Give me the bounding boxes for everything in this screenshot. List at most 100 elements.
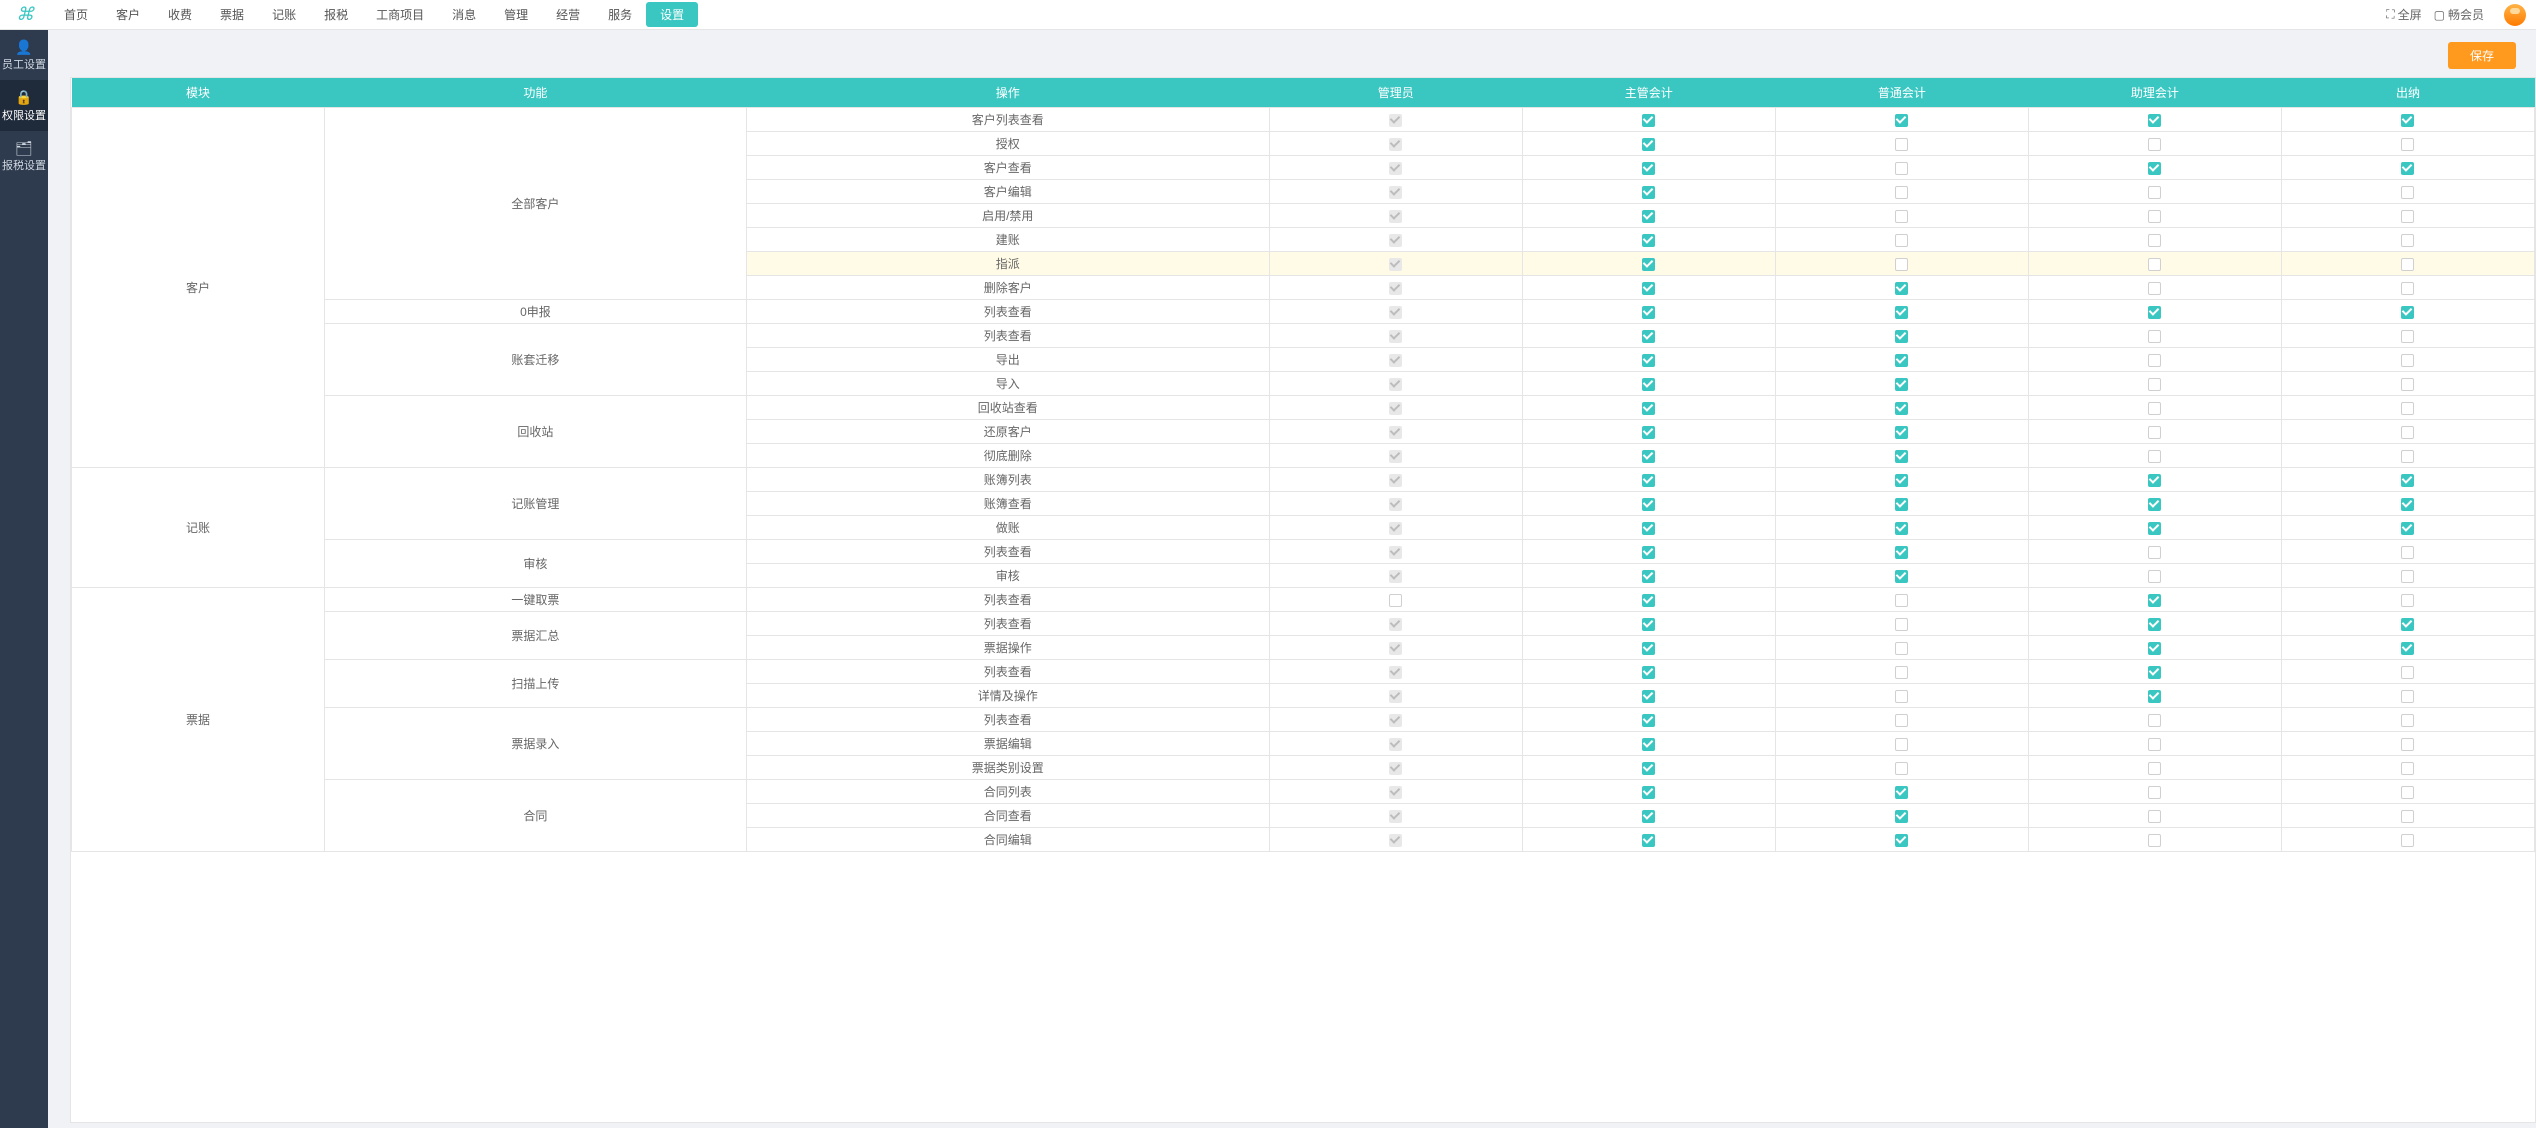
checkbox[interactable] [1895,354,1908,367]
checkbox[interactable] [1642,594,1655,607]
checkbox[interactable] [1642,618,1655,631]
checkbox[interactable] [2401,762,2414,775]
checkbox[interactable] [1895,378,1908,391]
checkbox[interactable] [1895,498,1908,511]
checkbox[interactable] [1895,114,1908,127]
checkbox[interactable] [2401,474,2414,487]
checkbox[interactable] [2148,666,2161,679]
checkbox[interactable] [1642,738,1655,751]
checkbox[interactable] [2401,786,2414,799]
checkbox[interactable] [1642,834,1655,847]
fullscreen-button[interactable]: ⛶ 全屏 [2386,6,2421,23]
checkbox[interactable] [1895,210,1908,223]
nav-item-8[interactable]: 管理 [490,2,542,27]
nav-item-4[interactable]: 记账 [258,2,310,27]
checkbox[interactable] [2401,282,2414,295]
checkbox[interactable] [1895,642,1908,655]
checkbox[interactable] [2401,522,2414,535]
checkbox[interactable] [1895,138,1908,151]
nav-item-6[interactable]: 工商项目 [362,2,438,27]
checkbox[interactable] [1642,402,1655,415]
checkbox[interactable] [1642,786,1655,799]
sidebar-item-2[interactable]: 🗂报税设置 [0,131,48,181]
checkbox[interactable] [2148,210,2161,223]
checkbox[interactable] [1642,522,1655,535]
checkbox[interactable] [2148,642,2161,655]
checkbox[interactable] [1895,690,1908,703]
checkbox[interactable] [2148,810,2161,823]
checkbox[interactable] [1895,234,1908,247]
checkbox[interactable] [2148,546,2161,559]
checkbox[interactable] [2148,162,2161,175]
checkbox[interactable] [1895,810,1908,823]
member-button[interactable]: ▢ 畅会员 [2434,6,2484,23]
checkbox[interactable] [2148,450,2161,463]
nav-item-5[interactable]: 报税 [310,2,362,27]
checkbox[interactable] [1642,258,1655,271]
checkbox[interactable] [2148,522,2161,535]
checkbox[interactable] [2401,354,2414,367]
checkbox[interactable] [1895,546,1908,559]
checkbox[interactable] [2401,738,2414,751]
nav-item-7[interactable]: 消息 [438,2,490,27]
nav-item-1[interactable]: 客户 [102,2,154,27]
checkbox[interactable] [2148,690,2161,703]
checkbox[interactable] [1642,162,1655,175]
checkbox[interactable] [2401,498,2414,511]
checkbox[interactable] [1895,282,1908,295]
checkbox[interactable] [1642,498,1655,511]
checkbox[interactable] [1895,786,1908,799]
checkbox[interactable] [1895,522,1908,535]
checkbox[interactable] [1642,642,1655,655]
checkbox[interactable] [2148,762,2161,775]
checkbox[interactable] [1642,210,1655,223]
checkbox[interactable] [2401,114,2414,127]
checkbox[interactable] [1642,354,1655,367]
checkbox[interactable] [2401,834,2414,847]
checkbox[interactable] [2148,426,2161,439]
checkbox[interactable] [2148,714,2161,727]
checkbox[interactable] [2148,354,2161,367]
checkbox[interactable] [1389,594,1402,607]
checkbox[interactable] [1895,402,1908,415]
checkbox[interactable] [1642,810,1655,823]
checkbox[interactable] [1642,426,1655,439]
checkbox[interactable] [1642,378,1655,391]
checkbox[interactable] [2401,378,2414,391]
checkbox[interactable] [1895,714,1908,727]
checkbox[interactable] [1895,738,1908,751]
checkbox[interactable] [2148,378,2161,391]
checkbox[interactable] [2148,474,2161,487]
checkbox[interactable] [2148,282,2161,295]
checkbox[interactable] [2148,306,2161,319]
checkbox[interactable] [2401,234,2414,247]
checkbox[interactable] [2401,570,2414,583]
checkbox[interactable] [2148,234,2161,247]
checkbox[interactable] [1642,762,1655,775]
nav-item-9[interactable]: 经营 [542,2,594,27]
checkbox[interactable] [2401,642,2414,655]
checkbox[interactable] [1642,330,1655,343]
checkbox[interactable] [1895,162,1908,175]
checkbox[interactable] [1895,474,1908,487]
checkbox[interactable] [2148,738,2161,751]
checkbox[interactable] [1895,330,1908,343]
checkbox[interactable] [2401,666,2414,679]
checkbox[interactable] [2401,618,2414,631]
checkbox[interactable] [1895,618,1908,631]
checkbox[interactable] [2401,690,2414,703]
checkbox[interactable] [2401,810,2414,823]
nav-item-3[interactable]: 票据 [206,2,258,27]
checkbox[interactable] [2148,258,2161,271]
checkbox[interactable] [1642,666,1655,679]
sidebar-item-1[interactable]: 🔒权限设置 [0,80,48,130]
checkbox[interactable] [2148,186,2161,199]
checkbox[interactable] [2148,138,2161,151]
checkbox[interactable] [2148,570,2161,583]
checkbox[interactable] [1895,570,1908,583]
checkbox[interactable] [2401,258,2414,271]
checkbox[interactable] [2401,426,2414,439]
checkbox[interactable] [1642,138,1655,151]
checkbox[interactable] [2148,594,2161,607]
checkbox[interactable] [2148,498,2161,511]
